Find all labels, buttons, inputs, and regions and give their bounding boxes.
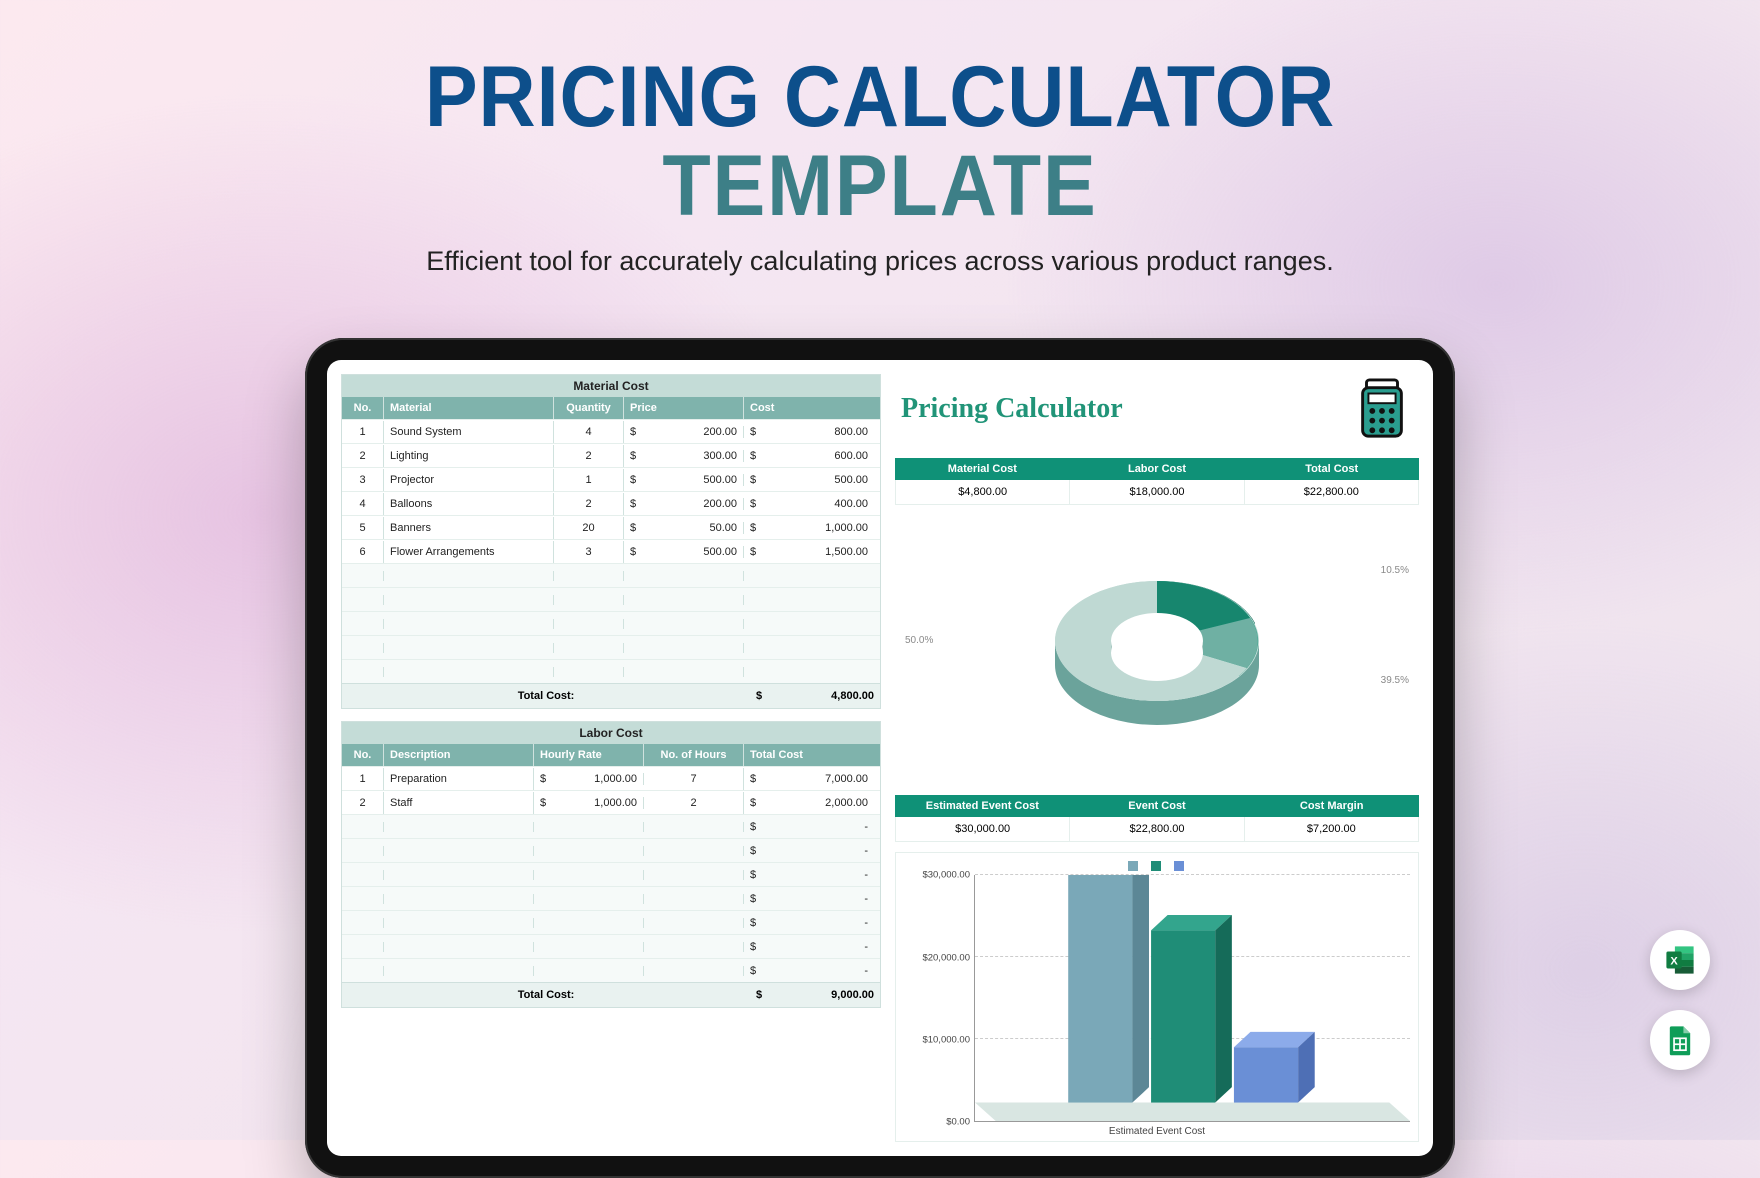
col-cost: Cost	[744, 397, 874, 419]
labor-total-row: Total Cost: $9,000.00	[342, 982, 880, 1007]
table-row: 3Projector1$500.00$500.00	[342, 467, 880, 491]
legend-swatch-3	[1174, 861, 1184, 871]
col-desc: Description	[384, 744, 534, 766]
sum2-h3: Cost Margin	[1244, 795, 1419, 817]
calculator-icon	[1351, 378, 1413, 440]
col-no: No.	[342, 744, 384, 766]
bar-chart: $30,000.00 $20,000.00 $10,000.00 $0.00	[895, 852, 1419, 1142]
col-price: Price	[624, 397, 744, 419]
table-row: 1Sound System4$200.00$800.00	[342, 419, 880, 443]
material-total-value: $4,800.00	[750, 684, 880, 708]
sum1-h1: Material Cost	[895, 458, 1070, 480]
sum2-h2: Event Cost	[1070, 795, 1245, 817]
sum1-v1: $4,800.00	[896, 480, 1070, 504]
y-tick: $30,000.00	[922, 870, 970, 881]
tablet-screen: Material Cost No. Material Quantity Pric…	[327, 360, 1433, 1156]
donut-pct-a: 50.0%	[905, 635, 933, 646]
hero-title-1: PRICING CALCULATOR	[70, 48, 1689, 147]
table-row	[342, 659, 880, 683]
table-row: 1Preparation$1,000.007$7,000.00	[342, 766, 880, 790]
sum2-v1: $30,000.00	[896, 817, 1070, 841]
bar-legend	[904, 861, 1410, 871]
bar-1	[1068, 875, 1149, 1103]
summary-2: Estimated Event Cost Event Cost Cost Mar…	[895, 795, 1419, 842]
bar-3	[1234, 1032, 1315, 1103]
excel-badge: X	[1650, 930, 1710, 990]
right-column: Pricing Calculator Material Cost Labor C…	[895, 374, 1419, 1142]
sum1-h3: Total Cost	[1244, 458, 1419, 480]
hero-subtitle: Efficient tool for accurately calculatin…	[0, 246, 1760, 277]
table-row	[342, 611, 880, 635]
table-row	[342, 635, 880, 659]
material-total-row: Total Cost: $4,800.00	[342, 683, 880, 708]
left-column: Material Cost No. Material Quantity Pric…	[341, 374, 881, 1142]
table-row	[342, 587, 880, 611]
pricing-calc-title: Pricing Calculator	[901, 393, 1123, 425]
pricing-calc-title-row: Pricing Calculator	[895, 374, 1419, 448]
tablet-frame: Material Cost No. Material Quantity Pric…	[305, 338, 1455, 1178]
y-tick: $20,000.00	[922, 952, 970, 963]
sum2-h1: Estimated Event Cost	[895, 795, 1070, 817]
material-header-row: No. Material Quantity Price Cost	[342, 397, 880, 419]
app-badges: X	[1650, 930, 1710, 1070]
col-material: Material	[384, 397, 554, 419]
donut-pct-c: 10.5%	[1381, 565, 1409, 576]
material-cost-table: Material Cost No. Material Quantity Pric…	[341, 374, 881, 709]
material-total-label: Total Cost:	[342, 684, 750, 708]
col-no: No.	[342, 397, 384, 419]
svg-text:X: X	[1670, 955, 1678, 967]
summary-1: Material Cost Labor Cost Total Cost $4,8…	[895, 458, 1419, 505]
table-row: 5Banners20$50.00$1,000.00	[342, 515, 880, 539]
bar-plot	[974, 875, 1410, 1122]
summary-2-head: Estimated Event Cost Event Cost Cost Mar…	[895, 795, 1419, 817]
summary-1-head: Material Cost Labor Cost Total Cost	[895, 458, 1419, 480]
legend-swatch-2	[1151, 861, 1161, 871]
col-num-hours: No. of Hours	[644, 744, 744, 766]
table-row: 6Flower Arrangements3$500.00$1,500.00	[342, 539, 880, 563]
bar-y-axis: $30,000.00 $20,000.00 $10,000.00 $0.00	[904, 875, 974, 1122]
table-row: 2Staff$1,000.002$2,000.00	[342, 790, 880, 814]
hero-title-2: TEMPLATE	[70, 137, 1689, 236]
bar-2	[1151, 915, 1232, 1103]
col-total-cost: Total Cost	[744, 744, 874, 766]
table-row: 4Balloons2$200.00$400.00	[342, 491, 880, 515]
sheets-icon	[1663, 1023, 1697, 1057]
sum1-v3: $22,800.00	[1245, 480, 1418, 504]
sum2-v2: $22,800.00	[1070, 817, 1244, 841]
bar-x-label: Estimated Event Cost	[904, 1122, 1410, 1137]
table-row: $-	[342, 814, 880, 838]
labor-total-value: $9,000.00	[750, 983, 880, 1007]
donut-chart: 50.0% 10.5% 39.5%	[895, 515, 1419, 785]
labor-cost-table: Labor Cost No. Description Hourly Rate N…	[341, 721, 881, 1008]
summary-2-vals: $30,000.00 $22,800.00 $7,200.00	[895, 817, 1419, 842]
table-row: $-	[342, 838, 880, 862]
table-row	[342, 563, 880, 587]
y-tick: $0.00	[946, 1117, 970, 1128]
material-title: Material Cost	[342, 375, 880, 397]
sum2-v3: $7,200.00	[1245, 817, 1418, 841]
legend-swatch-1	[1128, 861, 1138, 871]
labor-header-row: No. Description Hourly Rate No. of Hours…	[342, 744, 880, 766]
sum1-h2: Labor Cost	[1070, 458, 1245, 480]
hero: PRICING CALCULATOR TEMPLATE Efficient to…	[0, 0, 1760, 277]
donut-pct-b: 39.5%	[1381, 675, 1409, 686]
col-hourly-rate: Hourly Rate	[534, 744, 644, 766]
labor-title: Labor Cost	[342, 722, 880, 744]
table-row: $-	[342, 910, 880, 934]
summary-1-vals: $4,800.00 $18,000.00 $22,800.00	[895, 480, 1419, 505]
y-tick: $10,000.00	[922, 1034, 970, 1045]
sum1-v2: $18,000.00	[1070, 480, 1244, 504]
table-row: 2Lighting2$300.00$600.00	[342, 443, 880, 467]
excel-icon: X	[1663, 943, 1697, 977]
table-row: $-	[342, 934, 880, 958]
table-row: $-	[342, 862, 880, 886]
sheets-badge	[1650, 1010, 1710, 1070]
table-row: $-	[342, 886, 880, 910]
col-qty: Quantity	[554, 397, 624, 419]
labor-total-label: Total Cost:	[342, 983, 750, 1007]
table-row: $-	[342, 958, 880, 982]
